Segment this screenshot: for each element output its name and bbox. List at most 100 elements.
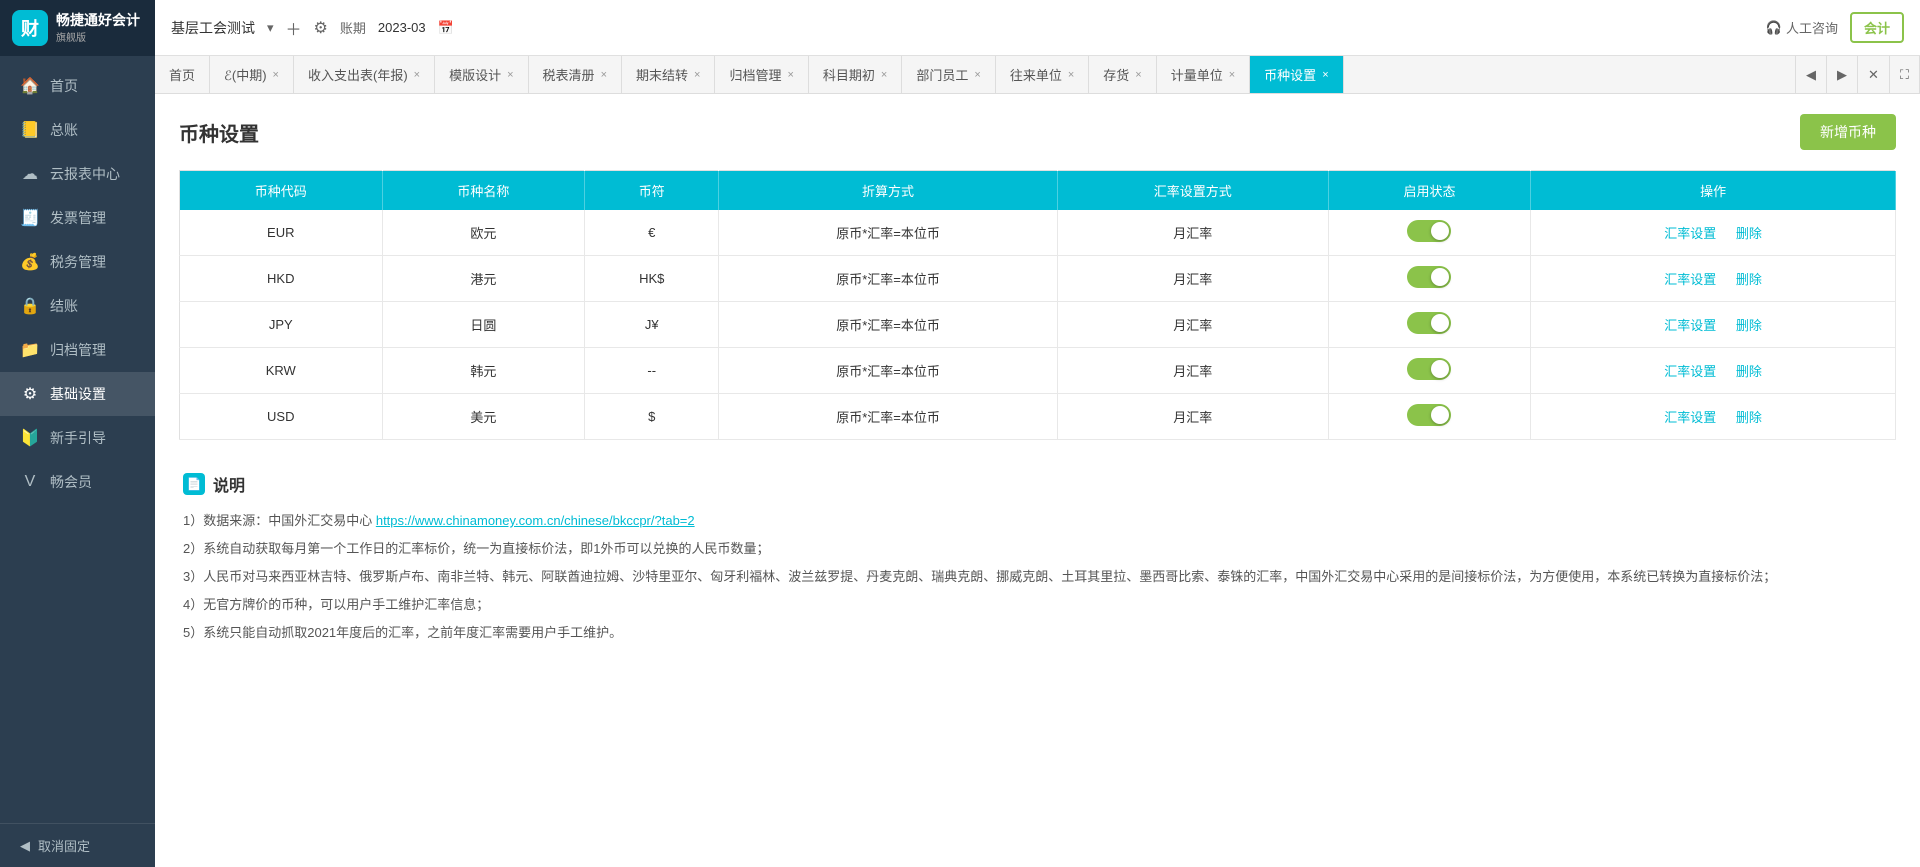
tab-close-inventory[interactable]: ×	[1135, 69, 1141, 81]
main-panel: 基层工会测试 ▾ ＋ ⚙ 账期 2023-03 📅 🎧 人工咨询 会计 首页ℰ(…	[155, 0, 1920, 867]
sidebar-nav: 🏠首页📒总账☁云报表中心 🧾 发票管理 💰税务管理 🔒 结账 📁归档管理⚙基础设置 🔰 新手引导…	[0, 56, 155, 823]
rate-setting-link[interactable]: 汇率设置	[1664, 272, 1716, 287]
tabs-expand-button[interactable]: ⛶	[1890, 56, 1920, 94]
cell-toggle	[1328, 256, 1531, 302]
tab-close-subject_init[interactable]: ×	[881, 69, 887, 81]
cell-rate-type: 月汇率	[1057, 302, 1328, 348]
tabs-prev-button[interactable]: ◀	[1796, 56, 1827, 94]
sidebar-item-home[interactable]: 🏠首页	[0, 64, 155, 108]
cell-rate-type: 月汇率	[1057, 394, 1328, 440]
account-button[interactable]: 会计	[1850, 12, 1904, 43]
tab-period_close[interactable]: 期末结转 ×	[622, 56, 715, 94]
tab-close-period_close[interactable]: ×	[694, 69, 700, 81]
new-currency-button[interactable]: 新增币种	[1800, 114, 1896, 150]
cell-code: HKD	[180, 256, 383, 302]
sidebar-item-invoice[interactable]: 🧾 发票管理	[0, 196, 155, 240]
tabs-close-button[interactable]: ✕	[1858, 56, 1890, 94]
sidebar-item-guide[interactable]: 🔰 新手引导	[0, 416, 155, 460]
delete-link[interactable]: 删除	[1736, 226, 1762, 241]
tab-currency[interactable]: 币种设置 ×	[1250, 56, 1343, 94]
nav-icon-home: 🏠	[20, 76, 40, 96]
cell-actions: 汇率设置 删除	[1531, 256, 1896, 302]
sidebar-item-settings[interactable]: ⚙基础设置	[0, 372, 155, 416]
tab-close-archive_mgmt[interactable]: ×	[787, 69, 793, 81]
consultation-button[interactable]: 🎧 人工咨询	[1766, 18, 1838, 37]
notes-heading: 说明	[213, 472, 245, 496]
nav-icon-member: V	[20, 473, 40, 491]
currency-table: 币种代码币种名称币符折算方式汇率设置方式启用状态操作 EUR欧元€原币*汇率=本…	[179, 170, 1896, 440]
sidebar-item-member[interactable]: V畅会员	[0, 460, 155, 504]
tab-close-tax_clear[interactable]: ×	[601, 69, 607, 81]
tab-inventory[interactable]: 存货 ×	[1089, 56, 1156, 94]
cell-calc: 原币*汇率=本位币	[719, 348, 1057, 394]
cell-symbol: €	[585, 210, 719, 256]
nav-icon-invoice: 🧾	[20, 208, 40, 228]
cell-symbol: $	[585, 394, 719, 440]
tabs-next-button[interactable]: ▶	[1827, 56, 1858, 94]
nav-label-checkout: 结账	[50, 296, 78, 316]
sidebar: 财 畅捷通好会计 旗舰版 🏠首页📒总账☁云报表中心🧾发票管理💰税务管理🔒结账📁归…	[0, 0, 155, 867]
rate-setting-link[interactable]: 汇率设置	[1664, 410, 1716, 425]
tab-close-currency[interactable]: ×	[1322, 69, 1328, 81]
toggle-switch[interactable]	[1407, 404, 1451, 426]
sidebar-item-reports[interactable]: ☁云报表中心	[0, 152, 155, 196]
tab-income[interactable]: 收入支出表(年报) ×	[294, 56, 435, 94]
tab-close-dept_staff[interactable]: ×	[974, 69, 980, 81]
nav-label-invoice: 发票管理	[50, 208, 106, 228]
tab-dept_staff[interactable]: 部门员工 ×	[902, 56, 995, 94]
notes-title: 📄 说明	[183, 472, 1892, 496]
cell-actions: 汇率设置 删除	[1531, 302, 1896, 348]
tab-label-subject_init: 科目期初	[823, 65, 875, 84]
cell-symbol: HK$	[585, 256, 719, 302]
company-dropdown-icon[interactable]: ▾	[267, 20, 274, 36]
toggle-switch[interactable]	[1407, 312, 1451, 334]
nav-icon-checkout: 🔒	[20, 296, 40, 316]
toggle-switch[interactable]	[1407, 358, 1451, 380]
tab-tax_clear[interactable]: 税表清册 ×	[529, 56, 622, 94]
rate-setting-link[interactable]: 汇率设置	[1664, 226, 1716, 241]
tab-template[interactable]: 模版设计 ×	[435, 56, 528, 94]
nav-label-settings: 基础设置	[50, 384, 106, 404]
period-value[interactable]: 2023-03	[378, 20, 426, 35]
toggle-switch[interactable]	[1407, 220, 1451, 242]
tab-subject_init[interactable]: 科目期初 ×	[809, 56, 902, 94]
col-header: 币种名称	[382, 171, 585, 211]
consultation-label: 人工咨询	[1786, 18, 1838, 37]
nav-label-guide: 新手引导	[50, 428, 106, 448]
delete-link[interactable]: 删除	[1736, 272, 1762, 287]
sidebar-item-checkout[interactable]: 🔒 结账	[0, 284, 155, 328]
nav-icon-tax: 💰	[20, 252, 40, 272]
tab-close-template[interactable]: ×	[507, 69, 513, 81]
delete-link[interactable]: 删除	[1736, 318, 1762, 333]
tab-contact[interactable]: 往来单位 ×	[996, 56, 1089, 94]
calendar-icon[interactable]: 📅	[438, 20, 454, 36]
sidebar-item-archive[interactable]: 📁归档管理	[0, 328, 155, 372]
notes-item: 3）人民币对马来西亚林吉特、俄罗斯卢布、南非兰特、韩元、阿联酋迪拉姆、沙特里亚尔…	[183, 564, 1892, 590]
tab-close-balance[interactable]: ×	[273, 69, 279, 81]
tab-close-income[interactable]: ×	[414, 69, 420, 81]
tab-label-period_close: 期末结转	[636, 65, 688, 84]
sidebar-item-tax[interactable]: 💰税务管理	[0, 240, 155, 284]
notes-link[interactable]: https://www.chinamoney.com.cn/chinese/bk…	[376, 513, 695, 528]
sidebar-bottom[interactable]: ◀ 取消固定	[0, 823, 155, 867]
add-tab-icon[interactable]: ＋	[286, 16, 302, 40]
nav-icon-guide: 🔰	[20, 428, 40, 448]
rate-setting-link[interactable]: 汇率设置	[1664, 318, 1716, 333]
cell-rate-type: 月汇率	[1057, 256, 1328, 302]
tab-balance[interactable]: ℰ(中期) ×	[210, 56, 294, 94]
col-header: 币种代码	[180, 171, 383, 211]
tab-close-unit[interactable]: ×	[1229, 69, 1235, 81]
delete-link[interactable]: 删除	[1736, 364, 1762, 379]
tab-close-contact[interactable]: ×	[1068, 69, 1074, 81]
cell-calc: 原币*汇率=本位币	[719, 394, 1057, 440]
rate-setting-link[interactable]: 汇率设置	[1664, 364, 1716, 379]
toggle-switch[interactable]	[1407, 266, 1451, 288]
table-row: USD美元$原币*汇率=本位币月汇率 汇率设置 删除	[180, 394, 1896, 440]
delete-link[interactable]: 删除	[1736, 410, 1762, 425]
sidebar-item-ledger[interactable]: 📒总账	[0, 108, 155, 152]
tab-archive_mgmt[interactable]: 归档管理 ×	[715, 56, 808, 94]
tab-unit[interactable]: 计量单位 ×	[1157, 56, 1250, 94]
topbar-settings-icon[interactable]: ⚙	[314, 18, 328, 38]
tab-home[interactable]: 首页	[155, 56, 210, 94]
table-row: KRW韩元--原币*汇率=本位币月汇率 汇率设置 删除	[180, 348, 1896, 394]
